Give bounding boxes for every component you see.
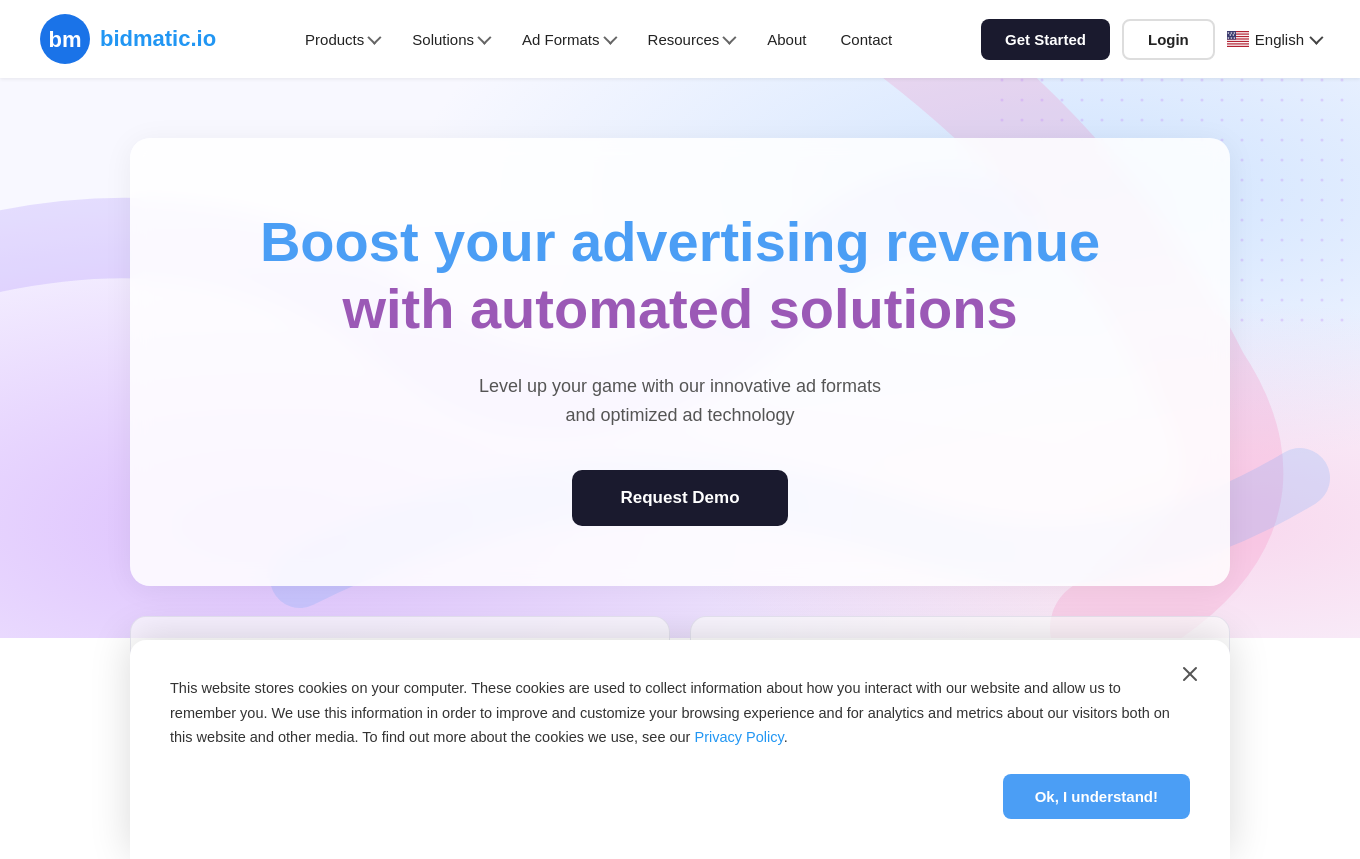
hero-title: Boost your advertising revenue with auto… (190, 208, 1170, 342)
nav-item-contact[interactable]: Contact (826, 23, 906, 56)
svg-text:bm: bm (49, 27, 82, 52)
nav-item-ad-formats[interactable]: Ad Formats (508, 23, 628, 56)
logo[interactable]: bm bidmatic.io (40, 14, 216, 64)
cookie-ok-button[interactable]: Ok, I understand! (1003, 774, 1190, 819)
nav-actions: Get Started Login ★★★ ★★ ★★★ English (981, 19, 1320, 60)
chevron-down-icon (1309, 31, 1323, 45)
navbar: bm bidmatic.io Products Solutions Ad For… (0, 0, 1360, 78)
svg-text:★: ★ (1233, 36, 1236, 40)
cookie-text: This website stores cookies on your comp… (170, 676, 1190, 750)
logo-text: bidmatic.io (100, 26, 216, 52)
chevron-down-icon (477, 31, 491, 45)
request-demo-button[interactable]: Request Demo (572, 470, 787, 526)
login-button[interactable]: Login (1122, 19, 1215, 60)
cookie-banner: This website stores cookies on your comp… (130, 640, 1230, 859)
language-label: English (1255, 31, 1304, 48)
close-icon (1182, 666, 1198, 682)
hero-section: Boost your advertising revenue with auto… (0, 78, 1360, 626)
svg-rect-8 (1227, 45, 1249, 46)
chevron-down-icon (603, 31, 617, 45)
nav-links: Products Solutions Ad Formats Resources (291, 23, 906, 56)
svg-rect-6 (1227, 40, 1249, 41)
cookie-close-button[interactable] (1174, 658, 1206, 690)
hero-card: Boost your advertising revenue with auto… (130, 138, 1230, 586)
nav-item-about[interactable]: About (753, 23, 820, 56)
flag-icon: ★★★ ★★ ★★★ (1227, 31, 1249, 47)
logo-icon: bm (40, 14, 90, 64)
cookie-actions: Ok, I understand! (170, 774, 1190, 819)
svg-rect-7 (1227, 42, 1249, 43)
nav-item-solutions[interactable]: Solutions (398, 23, 502, 56)
privacy-policy-link[interactable]: Privacy Policy (694, 729, 783, 745)
chevron-down-icon (723, 31, 737, 45)
get-started-button[interactable]: Get Started (981, 19, 1110, 60)
hero-subtitle: Level up your game with our innovative a… (190, 372, 1170, 430)
nav-item-resources[interactable]: Resources (634, 23, 748, 56)
nav-item-products[interactable]: Products (291, 23, 392, 56)
language-selector[interactable]: ★★★ ★★ ★★★ English (1227, 31, 1320, 48)
chevron-down-icon (368, 31, 382, 45)
